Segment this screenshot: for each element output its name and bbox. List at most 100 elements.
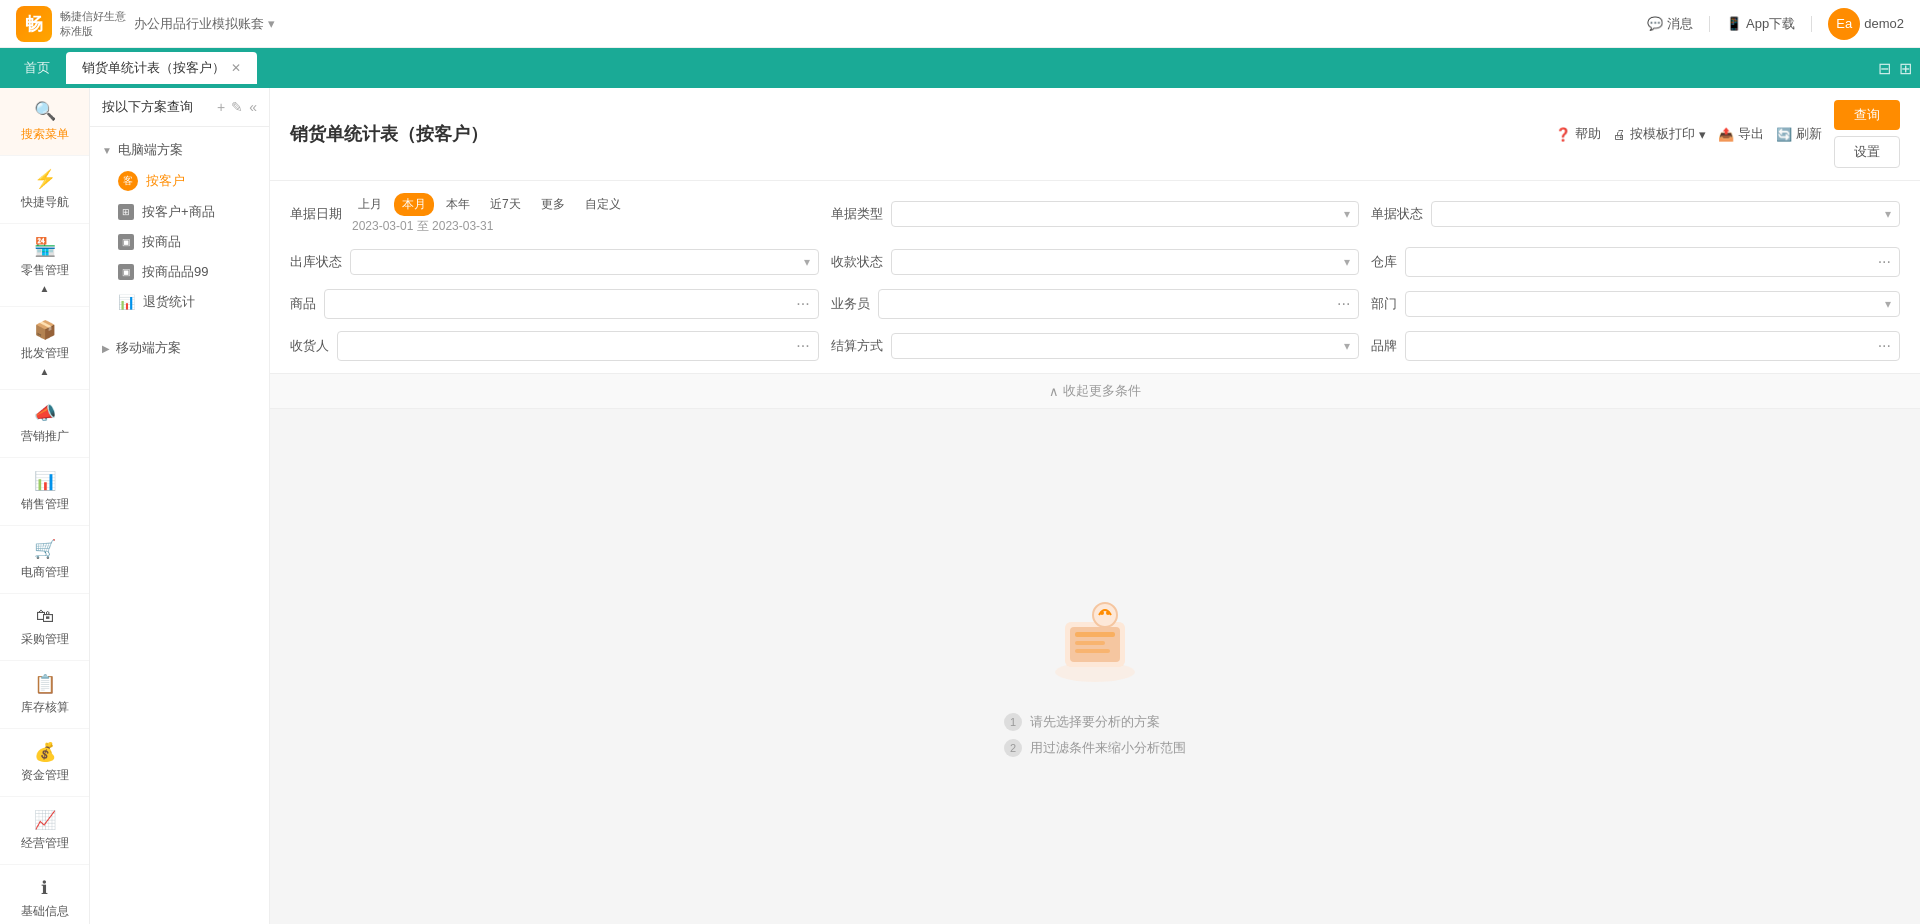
scheme-item-by-customer[interactable]: 客 按客户	[90, 165, 269, 197]
mobile-scheme-group-title[interactable]: ▶ 移动端方案	[90, 333, 269, 363]
filter-out-status: 出库状态 ▾	[290, 247, 819, 277]
logo-text: 畅捷信好生意 标准版	[60, 9, 126, 38]
by-product-icon: ▣	[118, 234, 134, 250]
desktop-scheme-group-title[interactable]: ▼ 电脑端方案	[90, 135, 269, 165]
quick-nav-icon: ⚡	[34, 168, 56, 190]
print-button[interactable]: 🖨 按模板打印 ▾	[1613, 125, 1706, 143]
sidebar-item-inventory[interactable]: 📋 库存核算	[0, 661, 89, 729]
doc-type-control[interactable]: ▾	[891, 201, 1360, 227]
scheme-item-by-customer-product[interactable]: ⊞ 按客户+商品	[90, 197, 269, 227]
tab-maximize-icon[interactable]: ⊞	[1899, 59, 1912, 78]
collapse-panel-button[interactable]: «	[249, 99, 257, 115]
empty-hints: 1 请先选择要分析的方案 2 用过滤条件来缩小分析范围	[1004, 713, 1186, 757]
sidebar-label-ecommerce: 电商管理	[21, 564, 69, 581]
setup-button[interactable]: 设置	[1834, 136, 1900, 168]
product-control[interactable]: ···	[324, 289, 819, 319]
refresh-button[interactable]: 🔄 刷新	[1776, 125, 1822, 143]
scheme-item-by-product[interactable]: ▣ 按商品	[90, 227, 269, 257]
export-button[interactable]: 📤 导出	[1718, 125, 1764, 143]
sidebar-item-retail-mgmt[interactable]: 🏪 零售管理 ▲	[0, 224, 89, 307]
by-customer-product-icon: ⊞	[118, 204, 134, 220]
sidebar-item-quick-nav[interactable]: ⚡ 快捷导航	[0, 156, 89, 224]
receipt-status-control[interactable]: ▾	[891, 249, 1360, 275]
sidebar-item-operations[interactable]: 📈 经营管理	[0, 797, 89, 865]
tab-close-icon[interactable]: ✕	[231, 61, 241, 75]
salesperson-dots-icon: ···	[1337, 295, 1350, 313]
date-label: 单据日期	[290, 205, 342, 223]
sidebar-item-marketing[interactable]: 📣 营销推广	[0, 390, 89, 458]
sidebar-item-sales-mgmt[interactable]: 📊 销售管理	[0, 458, 89, 526]
message-icon: 💬	[1647, 16, 1663, 31]
content-area: 按以下方案查询 + ✎ « ▼ 电脑端方案 客 按客户 ⊞ 按客户	[90, 88, 1920, 924]
settle-method-arrow-icon: ▾	[1344, 339, 1350, 353]
collapse-bar[interactable]: ∧ 收起更多条件	[270, 374, 1920, 409]
brand-control[interactable]: ···	[1405, 331, 1900, 361]
edit-scheme-button[interactable]: ✎	[231, 99, 243, 115]
help-button[interactable]: ❓ 帮助	[1555, 125, 1601, 143]
tab-sales-stat[interactable]: 销货单统计表（按客户） ✕	[66, 52, 257, 84]
doc-type-arrow-icon: ▾	[1344, 207, 1350, 221]
retail-arrow-icon: ▲	[40, 283, 50, 294]
filter-dept: 部门 ▾	[1371, 289, 1900, 319]
date-range-control[interactable]: 上月 本月 本年 近7天 更多 自定义 2023-03-01 至 2023-03…	[350, 193, 819, 235]
date-tab-more[interactable]: 更多	[533, 193, 573, 216]
app-download-button[interactable]: 📱 App下载	[1726, 15, 1795, 33]
date-tab-7days[interactable]: 近7天	[482, 193, 529, 216]
filter-row-2: 出库状态 ▾ 收款状态 ▾ 仓库	[290, 247, 1900, 277]
svg-point-7	[1100, 611, 1104, 615]
tab-minimize-icon[interactable]: ⊟	[1878, 59, 1891, 78]
salesperson-control[interactable]: ···	[878, 289, 1360, 319]
dept-control[interactable]: ▾	[1405, 291, 1900, 317]
breadcrumb-arrow-icon: ▾	[268, 16, 275, 31]
main-layout: 🔍 搜索菜单 ⚡ 快捷导航 🏪 零售管理 ▲ 📦 批发管理 ▲ 📣 营销推广 📊…	[0, 88, 1920, 924]
sidebar-item-purchase[interactable]: 🛍 采购管理	[0, 594, 89, 661]
sidebar-item-wholesale-mgmt[interactable]: 📦 批发管理 ▲	[0, 307, 89, 390]
desktop-scheme-group: ▼ 电脑端方案 客 按客户 ⊞ 按客户+商品 ▣ 按商品 ▣ 按商品品99	[90, 127, 269, 325]
return-stat-icon: 📊	[118, 294, 135, 310]
search-icon: 🔍	[34, 100, 56, 122]
add-scheme-button[interactable]: +	[217, 99, 225, 115]
filter-product: 商品 ···	[290, 289, 819, 319]
page-header-actions: ❓ 帮助 🖨 按模板打印 ▾ 📤 导出 🔄 刷新	[1555, 100, 1900, 168]
inventory-icon: 📋	[34, 673, 56, 695]
finance-icon: 💰	[34, 741, 56, 763]
mobile-scheme-group: ▶ 移动端方案	[90, 325, 269, 371]
date-tabs: 上月 本月 本年 近7天 更多 自定义	[350, 193, 629, 216]
user-profile-button[interactable]: Ea demo2	[1828, 8, 1904, 40]
scheme-item-return-stat[interactable]: 📊 退货统计	[90, 287, 269, 317]
query-button[interactable]: 查询	[1834, 100, 1900, 130]
svg-point-8	[1106, 611, 1110, 615]
svg-rect-4	[1075, 641, 1105, 645]
sidebar-item-ecommerce[interactable]: 🛒 电商管理	[0, 526, 89, 594]
tab-bar: 首页 销货单统计表（按客户） ✕ ⊟ ⊞	[0, 48, 1920, 88]
receipt-status-label: 收款状态	[831, 253, 883, 271]
date-tab-this-year[interactable]: 本年	[438, 193, 478, 216]
scheme-item-by-product-99[interactable]: ▣ 按商品品99	[90, 257, 269, 287]
doc-status-label: 单据状态	[1371, 205, 1423, 223]
by-product-99-icon: ▣	[118, 264, 134, 280]
sidebar-item-search-menu[interactable]: 🔍 搜索菜单	[0, 88, 89, 156]
sidebar-item-basic-info[interactable]: ℹ 基础信息	[0, 865, 89, 924]
date-tab-this-month[interactable]: 本月	[394, 193, 434, 216]
sidebar-label-marketing: 营销推广	[21, 428, 69, 445]
print-icon: 🖨	[1613, 127, 1626, 142]
warehouse-control[interactable]: ···	[1405, 247, 1900, 277]
retail-icon: 🏪	[34, 236, 56, 258]
settle-method-control[interactable]: ▾	[891, 333, 1360, 359]
product-dots-icon: ···	[796, 295, 809, 313]
date-tab-last-month[interactable]: 上月	[350, 193, 390, 216]
sidebar-label-sales: 销售管理	[21, 496, 69, 513]
date-tab-custom[interactable]: 自定义	[577, 193, 629, 216]
collapse-label: 收起更多条件	[1063, 382, 1141, 400]
sidebar-item-finance[interactable]: 💰 资金管理	[0, 729, 89, 797]
refresh-icon: 🔄	[1776, 127, 1792, 142]
recipient-control[interactable]: ···	[337, 331, 819, 361]
empty-state: 1 请先选择要分析的方案 2 用过滤条件来缩小分析范围	[270, 409, 1920, 924]
out-status-control[interactable]: ▾	[350, 249, 819, 275]
filter-warehouse: 仓库 ···	[1371, 247, 1900, 277]
message-button[interactable]: 💬 消息	[1647, 15, 1693, 33]
doc-status-control[interactable]: ▾	[1431, 201, 1900, 227]
sidebar-label-basic-info: 基础信息	[21, 903, 69, 920]
product-label: 商品	[290, 295, 316, 313]
tab-home[interactable]: 首页	[8, 52, 66, 84]
